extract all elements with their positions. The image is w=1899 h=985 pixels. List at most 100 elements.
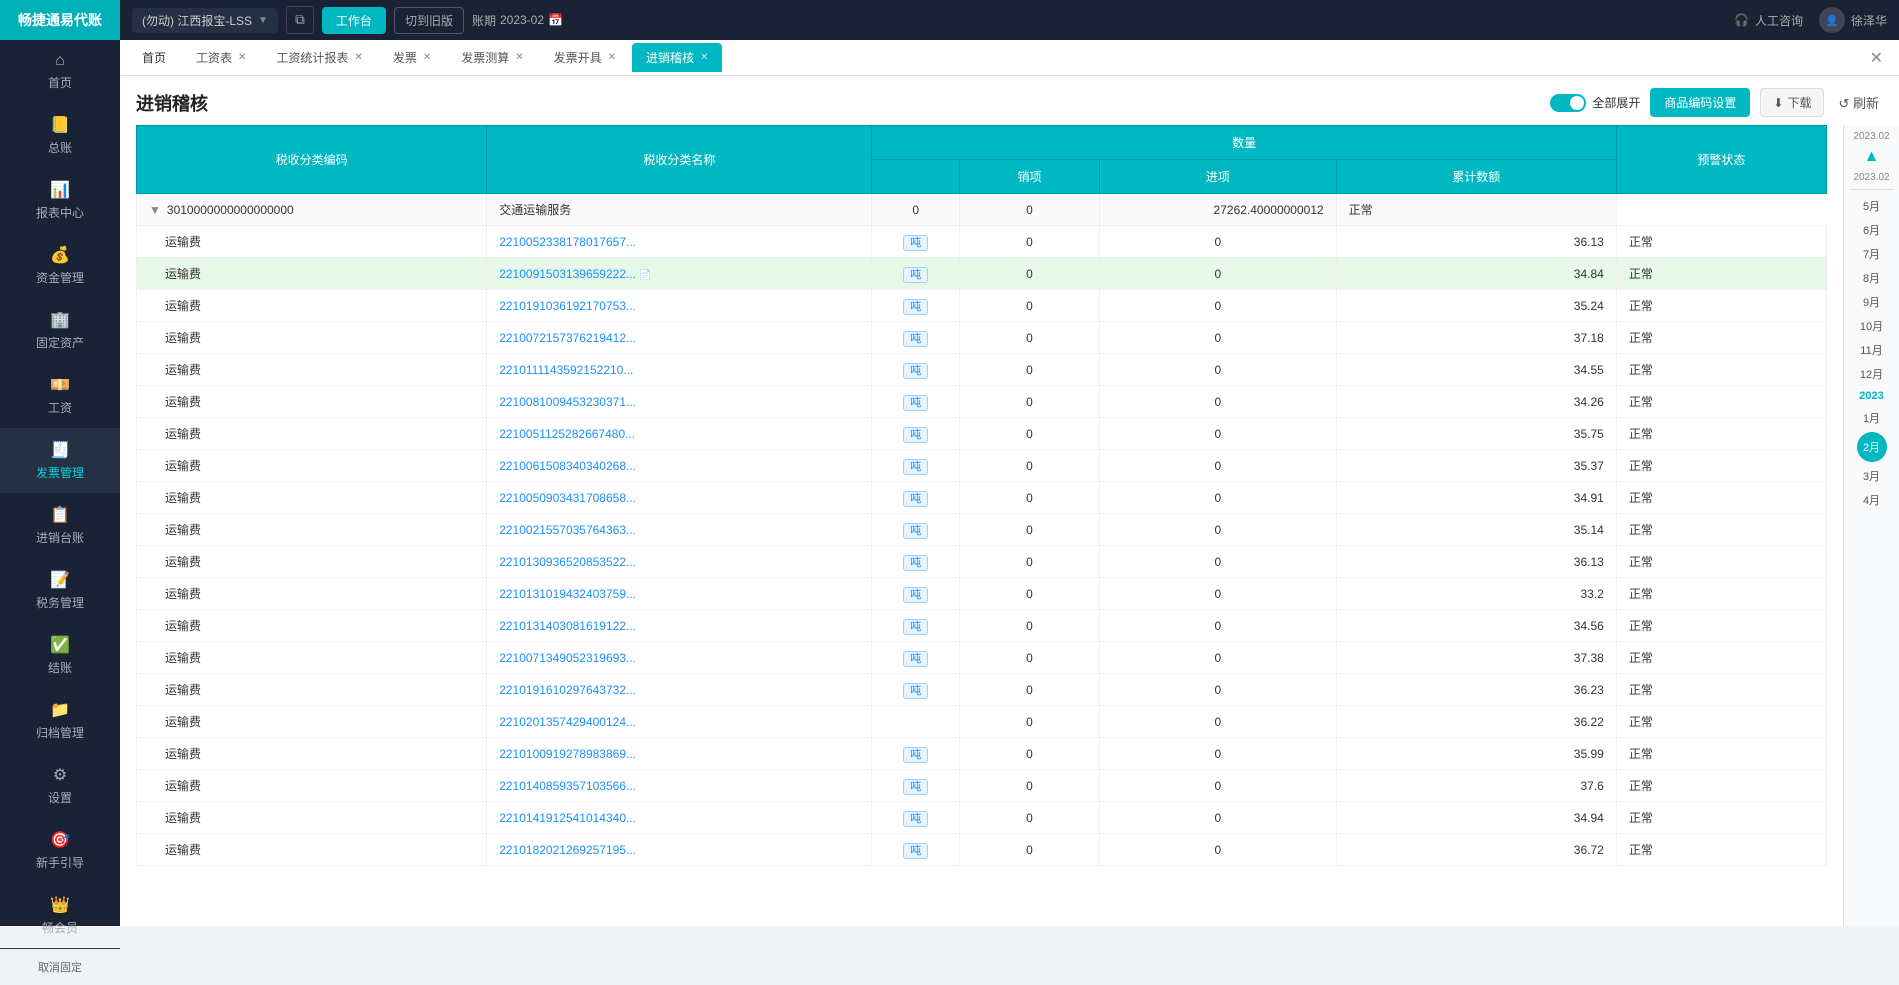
unpin-button[interactable]: 取消固定 bbox=[0, 948, 120, 985]
tab-invoice-calc[interactable]: 发票测算✕ bbox=[447, 43, 537, 72]
timeline-month[interactable]: 3月 bbox=[1856, 464, 1887, 488]
timeline-month[interactable]: 10月 bbox=[1856, 314, 1887, 338]
cell-invoice-code[interactable]: 2210071349052319693... bbox=[487, 642, 872, 674]
cell-invoice-code[interactable]: 2210141912541014340... bbox=[487, 802, 872, 834]
unit-tag[interactable]: 吨 bbox=[903, 843, 928, 859]
doc-icon[interactable]: 📄 bbox=[639, 270, 651, 281]
unit-tag[interactable]: 吨 bbox=[903, 459, 928, 475]
timeline-up-nav[interactable]: ▲ bbox=[1860, 144, 1884, 170]
timeline-month[interactable]: 8月 bbox=[1856, 266, 1887, 290]
unit-tag[interactable]: 吨 bbox=[903, 299, 928, 315]
cell-invoice-code[interactable]: 2210072157376219412... bbox=[487, 322, 872, 354]
unit-tag[interactable]: 吨 bbox=[903, 747, 928, 763]
sidebar-item-guide[interactable]: 🎯新手引导 bbox=[0, 818, 120, 883]
company-selector[interactable]: (勿动) 江西报宝-LSS ▼ bbox=[132, 8, 278, 33]
user-profile[interactable]: 👤 徐泽华 bbox=[1819, 7, 1887, 33]
cell-invoice-code[interactable]: 2210140859357103566... bbox=[487, 770, 872, 802]
support-link[interactable]: 🎧 人工咨询 bbox=[1734, 12, 1803, 29]
unit-tag[interactable]: 吨 bbox=[903, 555, 928, 571]
cell-invoice-code[interactable]: 2210191036192170753... bbox=[487, 290, 872, 322]
cell-invoice-code[interactable]: 2210100919278983869... bbox=[487, 738, 872, 770]
download-button[interactable]: ⬇ 下载 bbox=[1760, 88, 1824, 117]
sidebar-item-member[interactable]: 👑畅会员 bbox=[0, 883, 120, 948]
timeline-month[interactable]: 5月 bbox=[1856, 194, 1887, 218]
cell-invoice-code[interactable]: 2210130936520853522... bbox=[487, 546, 872, 578]
tab-salary-stats[interactable]: 工资统计报表✕ bbox=[262, 43, 376, 72]
timeline-year-label[interactable]: 2023 bbox=[1856, 386, 1887, 406]
cell-invoice-code[interactable]: 2210191610297643732... bbox=[487, 674, 872, 706]
timeline-month[interactable]: 4月 bbox=[1856, 488, 1887, 512]
expand-toggle[interactable] bbox=[1550, 94, 1586, 112]
settings-button[interactable]: 商品编码设置 bbox=[1650, 88, 1750, 117]
cell-invoice-code[interactable]: 2210052338178017657... bbox=[487, 226, 872, 258]
workbench-button[interactable]: 工作台 bbox=[322, 7, 386, 34]
timeline-current-month[interactable]: 2月 bbox=[1857, 432, 1887, 462]
cell-invoice-code[interactable]: 2210081009453230371... bbox=[487, 386, 872, 418]
cell-sales: 0 bbox=[959, 610, 1099, 642]
cell-invoice-code[interactable]: 2210051125282667480... bbox=[487, 418, 872, 450]
cell-invoice-code[interactable]: 2210131019432403759... bbox=[487, 578, 872, 610]
unit-tag[interactable]: 吨 bbox=[903, 491, 928, 507]
unit-tag[interactable]: 吨 bbox=[903, 427, 928, 443]
cell-invoice-code[interactable]: 2210182021269257195... bbox=[487, 834, 872, 866]
tab-reconcile[interactable]: 进销稽核✕ bbox=[632, 43, 722, 72]
sidebar-icon-purchase-ledger: 📋 bbox=[50, 505, 70, 525]
cell-invoice-code[interactable]: 2210021557035764363... bbox=[487, 514, 872, 546]
unit-tag[interactable]: 吨 bbox=[903, 811, 928, 827]
cell-invoice-code[interactable]: 2210050903431708658... bbox=[487, 482, 872, 514]
sidebar-item-settings[interactable]: ⚙设置 bbox=[0, 753, 120, 818]
close-all-button[interactable]: ✕ bbox=[1862, 44, 1891, 72]
timeline-month[interactable]: 11月 bbox=[1856, 338, 1887, 362]
timeline-month[interactable]: 1月 bbox=[1856, 406, 1887, 430]
sidebar-item-invoice-mgmt[interactable]: 🧾发票管理 bbox=[0, 428, 120, 493]
tab-close-invoice-calc[interactable]: ✕ bbox=[515, 52, 523, 63]
cell-invoice-code[interactable]: 2210201357429400124... bbox=[487, 706, 872, 738]
sidebar-item-purchase-ledger[interactable]: 📋进销台账 bbox=[0, 493, 120, 558]
unit-tag[interactable]: 吨 bbox=[903, 779, 928, 795]
sidebar-item-salary[interactable]: 💴工资 bbox=[0, 363, 120, 428]
timeline-month[interactable]: 12月 bbox=[1856, 362, 1887, 386]
sidebar-item-settle[interactable]: ✅结账 bbox=[0, 623, 120, 688]
tab-close-salary[interactable]: ✕ bbox=[238, 52, 246, 63]
timeline-month[interactable]: 9月 bbox=[1856, 290, 1887, 314]
tab-home[interactable]: 首页 bbox=[128, 43, 180, 72]
tab-invoice-open[interactable]: 发票开具✕ bbox=[540, 43, 630, 72]
unit-tag[interactable]: 吨 bbox=[903, 363, 928, 379]
tab-close-reconcile[interactable]: ✕ bbox=[700, 52, 708, 63]
sidebar-label-settle: 结账 bbox=[48, 659, 72, 676]
unit-tag[interactable]: 吨 bbox=[903, 523, 928, 539]
sidebar-item-funds[interactable]: 💰资金管理 bbox=[0, 233, 120, 298]
unit-tag[interactable]: 吨 bbox=[903, 683, 928, 699]
calendar-icon[interactable]: 📅 bbox=[548, 13, 563, 27]
sidebar-item-assets[interactable]: 🏢固定资产 bbox=[0, 298, 120, 363]
sidebar-item-ledger[interactable]: 📒总账 bbox=[0, 103, 120, 168]
tab-close-invoice[interactable]: ✕ bbox=[423, 52, 431, 63]
cell-invoice-code[interactable]: 2210111143592152210... bbox=[487, 354, 872, 386]
refresh-button[interactable]: ↺ 刷新 bbox=[1834, 89, 1883, 116]
expand-icon[interactable]: ▼ bbox=[149, 203, 161, 217]
unit-tag[interactable]: 吨 bbox=[903, 651, 928, 667]
table-row: 运输费 2210050903431708658... 吨 0 0 34.91 正… bbox=[137, 482, 1827, 514]
sidebar-item-archive[interactable]: 📁归档管理 bbox=[0, 688, 120, 753]
timeline-month[interactable]: 7月 bbox=[1856, 242, 1887, 266]
switch-version-button[interactable]: 切到旧版 bbox=[394, 7, 464, 34]
sidebar-icon-member: 👑 bbox=[50, 895, 70, 915]
cell-invoice-code[interactable]: 2210091503139659222... 📄 bbox=[487, 258, 872, 290]
unit-tag[interactable]: 吨 bbox=[903, 395, 928, 411]
sidebar-item-home[interactable]: ⌂首页 bbox=[0, 40, 120, 103]
unit-tag[interactable]: 吨 bbox=[903, 267, 928, 283]
unit-tag[interactable]: 吨 bbox=[903, 619, 928, 635]
tab-salary[interactable]: 工资表✕ bbox=[182, 43, 260, 72]
sidebar-item-tax[interactable]: 📝税务管理 bbox=[0, 558, 120, 623]
timeline-month[interactable]: 6月 bbox=[1856, 218, 1887, 242]
tab-invoice[interactable]: 发票✕ bbox=[379, 43, 445, 72]
cell-invoice-code[interactable]: 2210131403081619122... bbox=[487, 610, 872, 642]
unit-tag[interactable]: 吨 bbox=[903, 587, 928, 603]
copy-button[interactable]: ⧉ bbox=[286, 6, 314, 34]
unit-tag[interactable]: 吨 bbox=[903, 331, 928, 347]
cell-invoice-code[interactable]: 2210061508340340268... bbox=[487, 450, 872, 482]
tab-close-salary-stats[interactable]: ✕ bbox=[354, 52, 362, 63]
unit-tag[interactable]: 吨 bbox=[903, 235, 928, 251]
sidebar-item-reports[interactable]: 📊报表中心 bbox=[0, 168, 120, 233]
tab-close-invoice-open[interactable]: ✕ bbox=[608, 52, 616, 63]
